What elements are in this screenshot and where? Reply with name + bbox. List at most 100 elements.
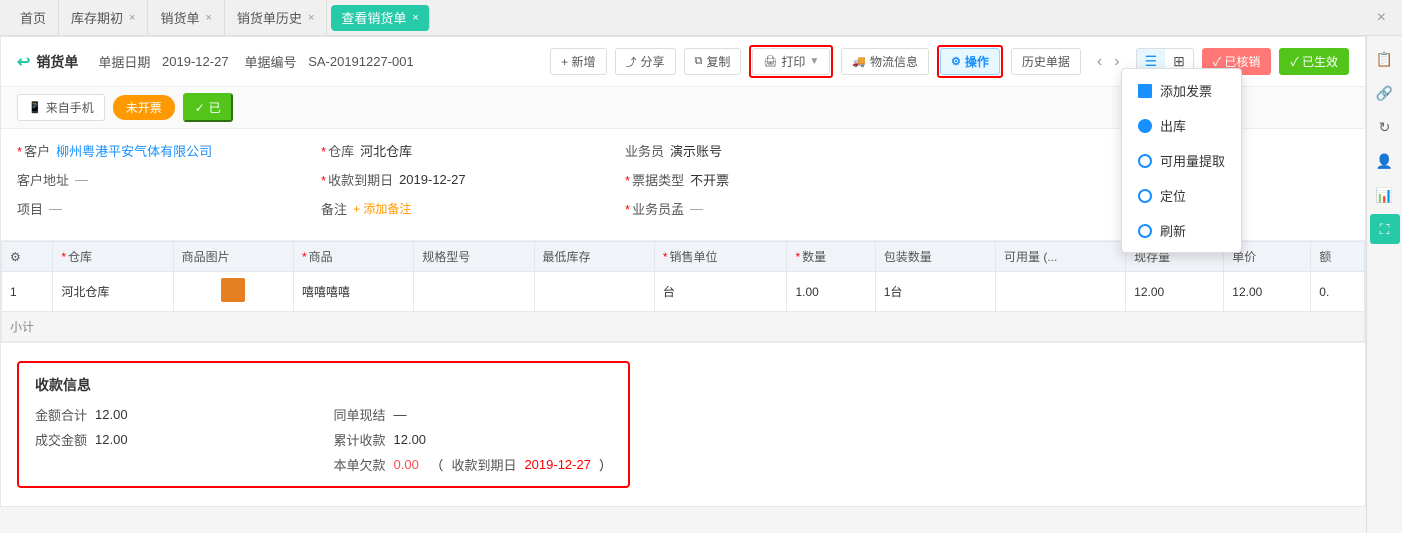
sidebar-icon-link[interactable]: 🔗 xyxy=(1370,78,1400,108)
tab-check-sales[interactable]: 查看销货单 × xyxy=(331,5,429,31)
transaction-value: 12.00 xyxy=(95,432,128,447)
total-value: 12.00 xyxy=(95,407,128,422)
sales-staff-value: — xyxy=(690,201,703,216)
tab-close-sales-order[interactable]: × xyxy=(205,12,211,24)
outstanding-value: 0.00 xyxy=(394,457,419,472)
customer-field: *客户 柳州粤港平安气体有限公司 xyxy=(17,141,297,160)
cell-sales-unit: 台 xyxy=(654,272,787,312)
dropdown-refresh[interactable]: 刷新 xyxy=(1122,213,1241,248)
tab-inventory-init[interactable]: 库存期初 × xyxy=(59,0,148,35)
check-button[interactable]: ✓ 已 xyxy=(183,93,233,122)
window-close-button[interactable]: × xyxy=(1369,9,1394,27)
ticket-type-field: *票据类型 不开票 xyxy=(625,170,905,189)
sidebar-icon-expand[interactable]: ⛶ xyxy=(1370,214,1400,244)
tab-sales-order[interactable]: 销货单 × xyxy=(148,0,224,35)
tab-close-sales-history[interactable]: × xyxy=(308,12,314,24)
same-order-value: — xyxy=(394,407,407,422)
sidebar-icon-clipboard[interactable]: 📋 xyxy=(1370,44,1400,74)
tab-sales-history[interactable]: 销货单历史 × xyxy=(225,0,327,35)
outstanding-label: 本单欠款 xyxy=(333,455,385,474)
share-button[interactable]: ⤴ 分享 xyxy=(615,48,676,75)
cell-warehouse: 河北仓库 xyxy=(53,272,173,312)
doc-icon: ↩ xyxy=(17,52,30,72)
due-date-inline-value: 2019-12-27 xyxy=(524,457,591,472)
tab-home[interactable]: 首页 xyxy=(8,0,59,35)
data-table: ⚙ *仓库 商品图片 *商品 规格型号 最低库存 *销售单位 *数量 包装数量 … xyxy=(1,241,1365,342)
cell-spec xyxy=(414,272,534,312)
same-order-label: 同单现结 xyxy=(333,405,385,424)
locate-icon xyxy=(1138,189,1152,203)
table-row: 1 河北仓库 嘻嘻嘻嘻 台 1.00 1台 12.00 12.00 xyxy=(2,272,1365,312)
payment-grid: 金额合计 12.00 同单现结 — 成交金额 12.00 累计收款 12.00 xyxy=(35,405,612,474)
customer-value[interactable]: 柳州粤港平安气体有限公司 xyxy=(56,141,212,160)
refresh-icon xyxy=(1138,224,1152,238)
sidebar-icon-user[interactable]: 👤 xyxy=(1370,146,1400,176)
history-button[interactable]: 历史单据 xyxy=(1011,48,1081,75)
payment-section: 收款信息 金额合计 12.00 同单现结 — 成交金额 12.00 xyxy=(17,361,630,488)
add-remark-button[interactable]: + 添加备注 xyxy=(353,200,411,217)
cell-amount: 0. xyxy=(1311,272,1365,312)
due-date-label-inline: 收款到期日 xyxy=(451,455,516,474)
nav-arrows: ‹ › xyxy=(1093,51,1124,73)
logistics-button[interactable]: 🚚 物流信息 xyxy=(841,48,929,75)
doc-title-text: 销货单 xyxy=(36,52,78,72)
remark-field: 备注 + 添加备注 xyxy=(321,199,601,218)
sidebar-icon-refresh[interactable]: ↻ xyxy=(1370,112,1400,142)
doc-number-label: 单据编号 SA-20191227-001 xyxy=(245,52,414,71)
doc-meta: 单据日期 2019-12-27 单据编号 SA-20191227-001 xyxy=(98,52,413,71)
cell-pack-qty: 1台 xyxy=(875,272,995,312)
prev-arrow[interactable]: ‹ xyxy=(1093,51,1106,73)
dropdown-warehouse-out[interactable]: 出库 xyxy=(1122,108,1241,143)
col-amount: 额 xyxy=(1311,242,1365,272)
cumulative-value: 12.00 xyxy=(394,432,427,447)
payment-title: 收款信息 xyxy=(35,375,612,395)
cell-unit-price: 12.00 xyxy=(1224,272,1311,312)
product-image-thumb xyxy=(221,278,245,302)
transaction-row: 成交金额 12.00 xyxy=(35,430,313,449)
tab-close-check-sales[interactable]: × xyxy=(412,12,418,24)
print-button[interactable]: 🖨 打印 ▼ xyxy=(752,48,830,75)
due-date-value: 2019-12-27 xyxy=(399,172,466,187)
staff-field: 业务员 演示账号 xyxy=(625,141,905,160)
same-order-row: 同单现结 — xyxy=(333,405,611,424)
cell-product-image xyxy=(173,272,293,312)
transaction-label: 成交金额 xyxy=(35,430,87,449)
tab-close-inventory-init[interactable]: × xyxy=(129,12,135,24)
col-settings[interactable]: ⚙ xyxy=(2,242,53,272)
total-label: 金额合计 xyxy=(35,405,87,424)
warehouse-field: *仓库 河北仓库 xyxy=(321,141,601,160)
operation-button-wrap: ⚙ 操作 xyxy=(937,45,1003,78)
from-phone-button[interactable]: 📱 来自手机 xyxy=(17,94,105,121)
project-value: — xyxy=(49,201,62,216)
operation-button[interactable]: ⚙ 操作 xyxy=(940,48,1000,75)
cumulative-label: 累计收款 xyxy=(333,430,385,449)
effect-status-button[interactable]: ✓ 已生效 xyxy=(1279,48,1349,75)
tab-bar: 首页 库存期初 × 销货单 × 销货单历史 × 查看销货单 × × xyxy=(0,0,1402,36)
col-quantity: *数量 xyxy=(787,242,875,272)
subtotal-label: 小计 xyxy=(2,312,1365,342)
cell-current-stock: 12.00 xyxy=(1126,272,1224,312)
dropdown-locate[interactable]: 定位 xyxy=(1122,178,1241,213)
outstanding-row: 本单欠款 0.00 （ 收款到期日 2019-12-27 ） xyxy=(333,455,611,474)
print-operation-group: 🖨 打印 ▼ xyxy=(749,45,833,78)
due-date-field: *收款到期日 2019-12-27 xyxy=(321,170,601,189)
copy-button[interactable]: ⧉ 复制 xyxy=(684,48,742,75)
dropdown-available-fetch[interactable]: 可用量提取 xyxy=(1122,143,1241,178)
warehouse-out-icon xyxy=(1138,119,1152,133)
not-opened-button[interactable]: 未开票 xyxy=(113,95,175,120)
dropdown-add-invoice[interactable]: 添加发票 xyxy=(1122,73,1241,108)
data-table-wrapper: ⚙ *仓库 商品图片 *商品 规格型号 最低库存 *销售单位 *数量 包装数量 … xyxy=(1,241,1365,343)
col-spec: 规格型号 xyxy=(414,242,534,272)
project-field: 项目 — xyxy=(17,199,297,218)
cell-product: 嘻嘻嘻嘻 xyxy=(293,272,413,312)
col-available: 可用量 (... xyxy=(996,242,1126,272)
sidebar-icon-chart[interactable]: 📊 xyxy=(1370,180,1400,210)
address-field: 客户地址 — xyxy=(17,170,297,189)
cell-index: 1 xyxy=(2,272,53,312)
col-min-stock: 最低库存 xyxy=(534,242,654,272)
right-sidebar: 📋 🔗 ↻ 👤 📊 ⛶ xyxy=(1366,36,1402,533)
sales-staff-field: *业务员孟 — xyxy=(625,199,905,218)
col-product: *商品 xyxy=(293,242,413,272)
new-button[interactable]: + 新增 xyxy=(550,48,606,75)
available-fetch-icon xyxy=(1138,154,1152,168)
